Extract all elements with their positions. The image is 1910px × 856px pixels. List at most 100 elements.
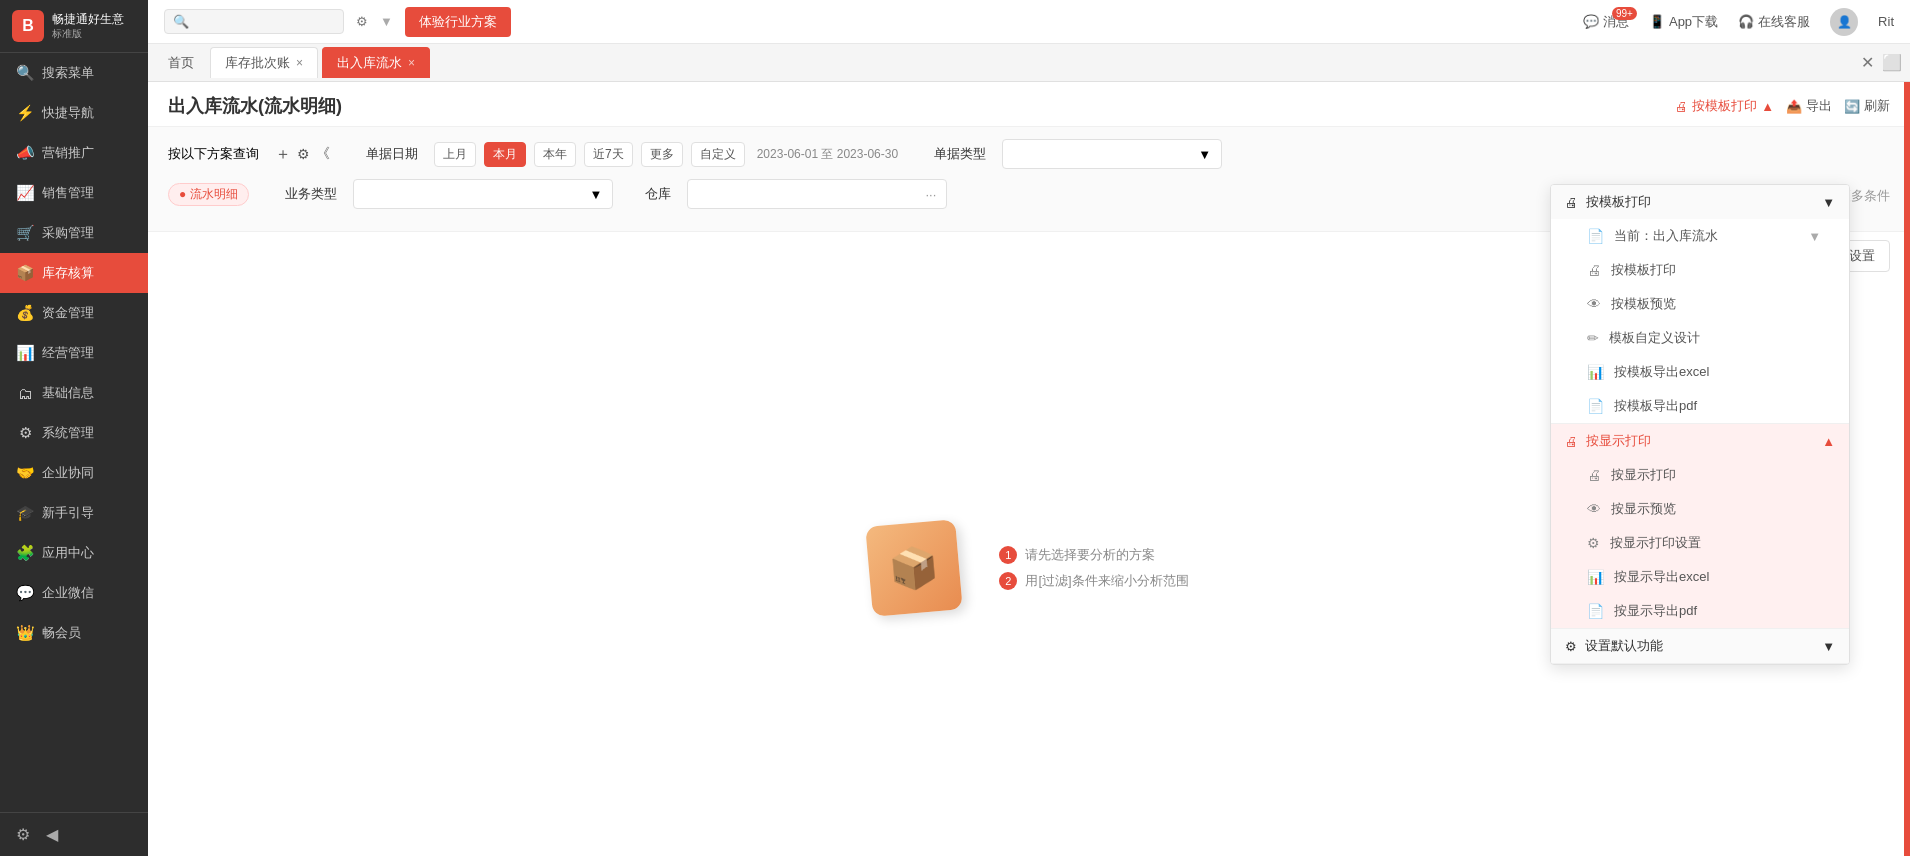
sidebar-item-enterprise[interactable]: 🤝 企业协同 — [0, 453, 148, 493]
print-btn[interactable]: 🖨 按模板打印 ▲ — [1675, 97, 1774, 115]
sidebar-item-wechat[interactable]: 💬 企业微信 — [0, 573, 148, 613]
collapse-sidebar-icon[interactable]: ◀ — [46, 825, 58, 844]
sidebar-bottom: ⚙ ◀ — [0, 812, 148, 856]
tab-batch-account[interactable]: 库存批次账 × — [210, 47, 318, 78]
display-excel-label: 按显示导出excel — [1614, 568, 1709, 586]
sidebar-label-basics: 基础信息 — [42, 384, 94, 402]
tab-home[interactable]: 首页 — [156, 48, 206, 78]
display-excel-icon: 📊 — [1587, 569, 1604, 585]
template-print-header[interactable]: 🖨 按模板打印 ▼ — [1551, 185, 1849, 219]
sidebar-item-sales[interactable]: 📈 销售管理 — [0, 173, 148, 213]
window-close-btn[interactable]: ✕ — [1861, 53, 1874, 72]
sidebar-item-search[interactable]: 🔍 搜索菜单 — [0, 53, 148, 93]
sidebar-label-inventory: 库存核算 — [42, 264, 94, 282]
export-btn[interactable]: 📤 导出 — [1786, 97, 1832, 115]
settings-gear-icon[interactable]: ⚙ — [356, 14, 368, 29]
date-more-btn[interactable]: 更多 — [641, 142, 683, 167]
filter-add-btn[interactable]: ＋ — [275, 144, 291, 165]
sidebar-item-marketing[interactable]: 📣 营销推广 — [0, 133, 148, 173]
display-excel-item[interactable]: 📊 按显示导出excel — [1551, 560, 1849, 594]
template-custom-item[interactable]: ✏ 模板自定义设计 — [1551, 321, 1849, 355]
window-expand-btn[interactable]: ⬜ — [1882, 53, 1902, 72]
template-print-section: 🖨 按模板打印 ▼ 📄 当前：出入库流水 ▼ 🖨 按模板打印 👁 — [1551, 185, 1849, 424]
voucher-type-select[interactable]: ▼ — [1002, 139, 1222, 169]
sidebar-icon-apps: 🧩 — [16, 544, 34, 562]
date-custom-btn[interactable]: 自定义 — [691, 142, 745, 167]
industry-btn[interactable]: 体验行业方案 — [405, 7, 511, 37]
sidebar-item-operations[interactable]: 📊 经营管理 — [0, 333, 148, 373]
template-excel-item[interactable]: 📊 按模板导出excel — [1551, 355, 1849, 389]
refresh-btn[interactable]: 🔄 刷新 — [1844, 97, 1890, 115]
sidebar-nav: 🔍 搜索菜单 ⚡ 快捷导航 📣 营销推广 📈 销售管理 🛒 采购管理 📦 库存核… — [0, 53, 148, 812]
display-print-collapse-icon: ▲ — [1822, 434, 1835, 449]
refresh-label: 刷新 — [1864, 97, 1890, 115]
business-type-select[interactable]: ▼ — [353, 179, 613, 209]
sidebar-item-basics[interactable]: 🗂 基础信息 — [0, 373, 148, 413]
display-print-settings-icon: ⚙ — [1587, 535, 1600, 551]
display-pdf-item[interactable]: 📄 按显示导出pdf — [1551, 594, 1849, 628]
sidebar-item-quick-nav[interactable]: ⚡ 快捷导航 — [0, 93, 148, 133]
display-print-section-label: 按显示打印 — [1586, 432, 1651, 450]
template-print-item[interactable]: 🖨 按模板打印 — [1551, 253, 1849, 287]
voucher-type-label: 单据类型 — [934, 145, 986, 163]
current-template-item[interactable]: 📄 当前：出入库流水 ▼ — [1551, 219, 1849, 253]
warehouse-select[interactable]: ··· — [687, 179, 947, 209]
settings-bottom-icon[interactable]: ⚙ — [16, 825, 30, 844]
sidebar-icon-enterprise: 🤝 — [16, 464, 34, 482]
tab-inventory-flow[interactable]: 出入库流水 × — [322, 47, 430, 78]
sidebar-icon-quick-nav: ⚡ — [16, 104, 34, 122]
sidebar-icon-inventory: 📦 — [16, 264, 34, 282]
sidebar-item-finance[interactable]: 💰 资金管理 — [0, 293, 148, 333]
display-print-header[interactable]: 🖨 按显示打印 ▲ — [1551, 424, 1849, 458]
template-pdf-item[interactable]: 📄 按模板导出pdf — [1551, 389, 1849, 423]
online-service-btn[interactable]: 🎧 在线客服 — [1738, 13, 1810, 31]
sidebar-label-marketing: 营销推广 — [42, 144, 94, 162]
sidebar-icon-system: ⚙ — [16, 424, 34, 442]
sidebar-item-newbie[interactable]: 🎓 新手引导 — [0, 493, 148, 533]
message-btn[interactable]: 💬 消息 99+ — [1583, 13, 1629, 31]
empty-hint-1: 1 请先选择要分析的方案 — [999, 546, 1188, 564]
filter-collapse-left-btn[interactable]: 《 — [316, 145, 330, 163]
filter-tag-label: 流水明细 — [190, 186, 238, 203]
tab-inventory-flow-close[interactable]: × — [408, 56, 415, 70]
date-this-month-btn[interactable]: 本月 — [484, 142, 526, 167]
date-this-year-btn[interactable]: 本年 — [534, 142, 576, 167]
template-preview-item[interactable]: 👁 按模板预览 — [1551, 287, 1849, 321]
print-icon: 🖨 — [1675, 99, 1688, 114]
filter-row-1: 按以下方案查询 ＋ ⚙ 《 单据日期 上月 本月 本年 近7天 更多 自定义 2… — [168, 139, 1890, 169]
online-service-label: 在线客服 — [1758, 13, 1810, 31]
sidebar-icon-search: 🔍 — [16, 64, 34, 82]
app-download-btn[interactable]: 📱 App下载 — [1649, 13, 1718, 31]
filter-setting-btn[interactable]: ⚙ — [297, 146, 310, 162]
warehouse-more-btn[interactable]: ··· — [925, 187, 936, 202]
sidebar-label-purchase: 采购管理 — [42, 224, 94, 242]
sidebar-item-purchase[interactable]: 🛒 采购管理 — [0, 213, 148, 253]
avatar[interactable]: 👤 — [1830, 8, 1858, 36]
display-print-settings-item[interactable]: ⚙ 按显示打印设置 — [1551, 526, 1849, 560]
sidebar-icon-basics: 🗂 — [16, 385, 34, 402]
refresh-icon: 🔄 — [1844, 99, 1860, 114]
template-print-item-icon: 🖨 — [1587, 262, 1601, 278]
sidebar-item-inventory[interactable]: 📦 库存核算 — [0, 253, 148, 293]
right-edge-bar[interactable] — [1904, 82, 1910, 856]
date-7days-btn[interactable]: 近7天 — [584, 142, 633, 167]
business-type-label: 业务类型 — [285, 185, 337, 203]
display-pdf-icon: 📄 — [1587, 603, 1604, 619]
date-last-month-btn[interactable]: 上月 — [434, 142, 476, 167]
display-pdf-label: 按显示导出pdf — [1614, 602, 1697, 620]
business-type-dropdown-icon: ▼ — [589, 187, 602, 202]
sidebar-item-system[interactable]: ⚙ 系统管理 — [0, 413, 148, 453]
tab-batch-account-close[interactable]: × — [296, 56, 303, 70]
sidebar-item-apps[interactable]: 🧩 应用中心 — [0, 533, 148, 573]
logo-name: 畅捷通好生意 — [52, 11, 124, 28]
display-preview-item[interactable]: 👁 按显示预览 — [1551, 492, 1849, 526]
sidebar-item-member[interactable]: 👑 畅会员 — [0, 613, 148, 653]
print-dropdown-panel: 🖨 按模板打印 ▼ 📄 当前：出入库流水 ▼ 🖨 按模板打印 👁 — [1550, 184, 1850, 665]
page-content: 出入库流水(流水明细) 🖨 按模板打印 ▲ 📤 导出 🔄 刷新 — [148, 82, 1910, 856]
dropdown-arrow-icon[interactable]: ▼ — [380, 14, 393, 29]
default-settings-header[interactable]: ⚙ 设置默认功能 ▼ — [1551, 629, 1849, 663]
search-input[interactable] — [193, 15, 333, 29]
headset-icon: 🎧 — [1738, 14, 1754, 29]
display-print-item[interactable]: 🖨 按显示打印 — [1551, 458, 1849, 492]
filter-tag-shuimingxi: ● 流水明细 — [168, 183, 249, 206]
